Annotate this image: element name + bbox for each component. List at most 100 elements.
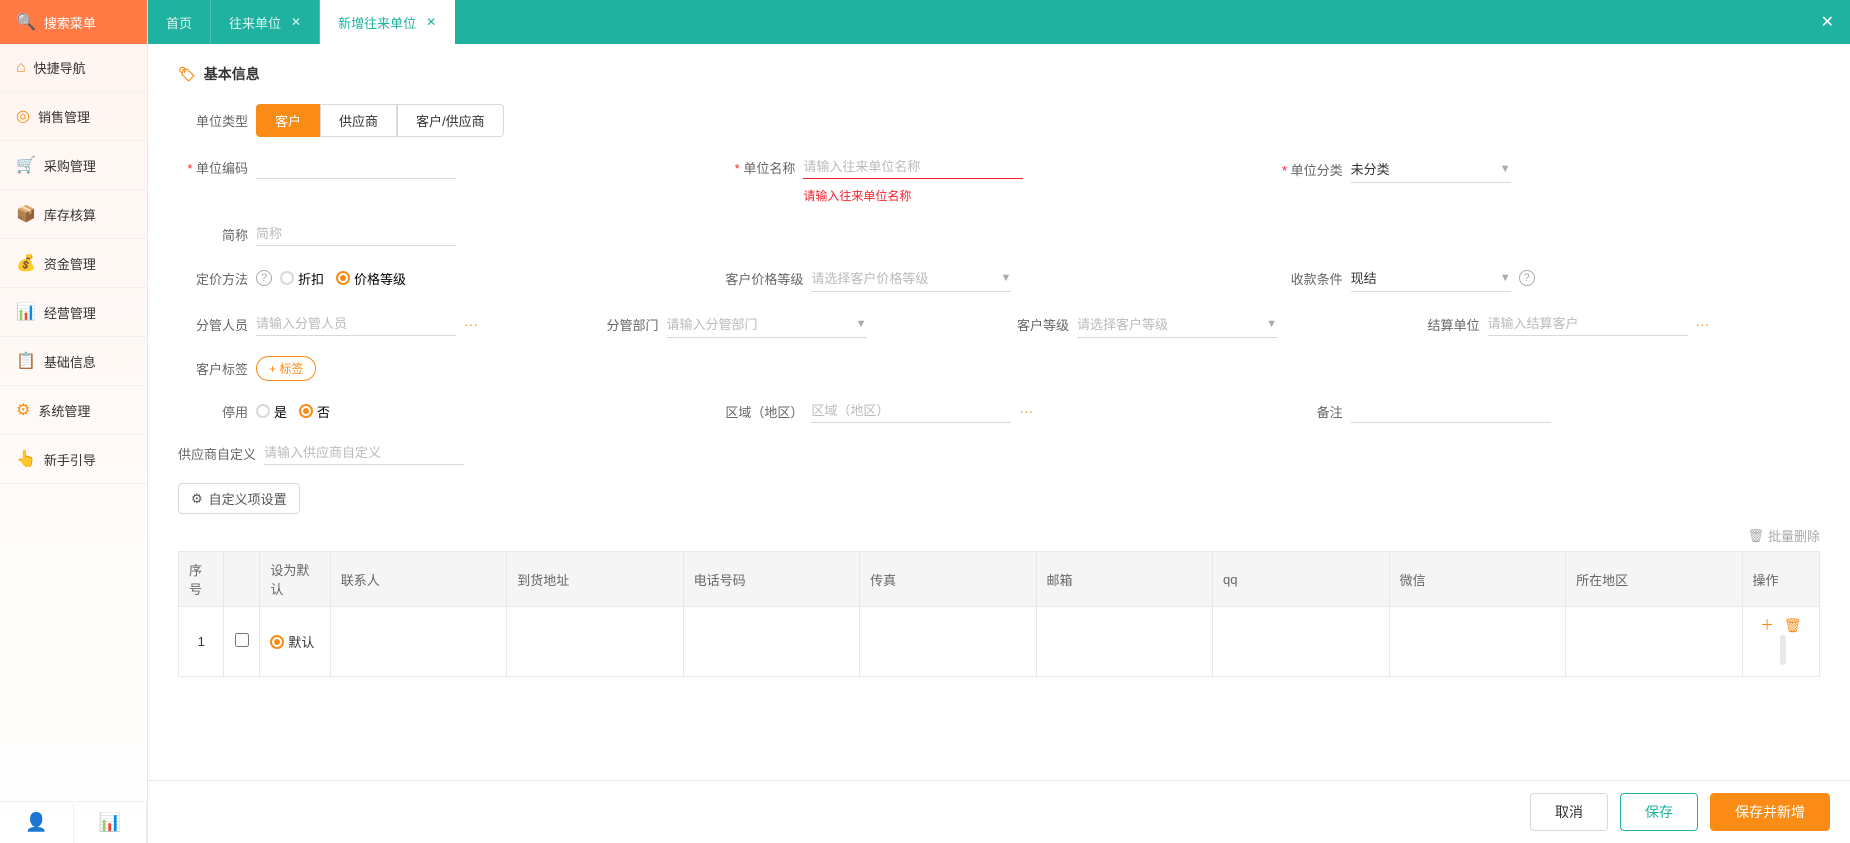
sidebar-item-guide[interactable]: 👆 新手引导: [0, 435, 147, 484]
row-address-input[interactable]: [517, 634, 672, 649]
customer-tag-field: 客户标签 + 标签: [178, 356, 1820, 381]
manager-input[interactable]: [256, 312, 456, 336]
pricing-help-icon[interactable]: ?: [256, 270, 272, 286]
pricing-price-level-radio[interactable]: [336, 271, 350, 285]
row-checkbox[interactable]: [235, 633, 249, 647]
row-email-input[interactable]: [1047, 634, 1202, 649]
row-area: [1566, 607, 1742, 677]
sales-icon: ◎: [16, 106, 30, 126]
tab-counterparties-close[interactable]: ✕: [291, 15, 301, 29]
unit-category-value: 未分类: [1351, 159, 1390, 178]
row-contact-input[interactable]: [341, 634, 496, 649]
sidebar-item-label: 采购管理: [44, 156, 96, 175]
main-area: 首页 往来单位 ✕ 新增往来单位 ✕ ✕ 🏷 基本信息 单位类型 客户 供应商: [148, 0, 1850, 843]
col-address: 到货地址: [507, 552, 683, 607]
unit-type-group: 客户 供应商 客户/供应商: [256, 104, 504, 137]
form-content: 🏷 基本信息 单位类型 客户 供应商 客户/供应商 单位编码 000009: [148, 44, 1850, 780]
sidebar-item-finance[interactable]: 💰 资金管理: [0, 239, 147, 288]
batch-delete-label[interactable]: 批量删除: [1768, 526, 1820, 545]
row-fax-input[interactable]: [870, 634, 1025, 649]
basic-icon: 📋: [16, 351, 36, 371]
disabled-radio-group: 是 否: [256, 402, 330, 421]
pricing-discount-radio[interactable]: [280, 271, 294, 285]
region-input[interactable]: [811, 399, 1011, 423]
customer-price-level-select[interactable]: 请选择客户价格等级 ▼: [811, 264, 1011, 292]
tab-new-counterparty[interactable]: 新增往来单位 ✕: [320, 0, 455, 44]
payment-condition-value: 现结: [1351, 268, 1377, 287]
sidebar-item-inventory[interactable]: 📦 库存核算: [0, 190, 147, 239]
row-default-radio-item[interactable]: 默认: [270, 632, 319, 651]
row-contact: [330, 607, 506, 677]
manager-more-btn[interactable]: ···: [464, 316, 478, 332]
unit-type-supplier-btn[interactable]: 供应商: [320, 104, 397, 137]
tab-new-counterparty-close[interactable]: ✕: [426, 15, 436, 29]
pricing-price-level[interactable]: 价格等级: [336, 269, 406, 288]
unit-type-customer-btn[interactable]: 客户: [256, 104, 320, 137]
sidebar: 🔍 搜索菜单 ⌂ 快捷导航 ◎ 销售管理 🛒 采购管理 📦 库存核算 💰 资金管…: [0, 0, 148, 843]
settlement-unit-input[interactable]: [1488, 312, 1688, 336]
save-button[interactable]: 保存: [1620, 793, 1698, 831]
customer-price-level-arrow: ▼: [1000, 272, 1011, 284]
col-checkbox: [224, 552, 260, 607]
window-close-button[interactable]: ✕: [1805, 12, 1850, 32]
unit-type-both-btn[interactable]: 客户/供应商: [397, 104, 504, 137]
row-wechat-input[interactable]: [1400, 634, 1555, 649]
custom-settings-btn[interactable]: ⚙ 自定义项设置: [178, 483, 300, 514]
save-new-button[interactable]: 保存并新增: [1710, 793, 1830, 831]
pricing-discount[interactable]: 折扣: [280, 269, 324, 288]
pricing-method-field: 定价方法 ? 折扣 价格等级: [178, 269, 725, 288]
row-action: ＋ 🗑: [1742, 607, 1819, 677]
payment-help-icon[interactable]: ?: [1519, 270, 1535, 286]
unit-category-arrow: ▼: [1500, 163, 1511, 175]
sidebar-item-operations[interactable]: 📊 经营管理: [0, 288, 147, 337]
tab-home[interactable]: 首页: [148, 0, 211, 44]
sidebar-item-label: 销售管理: [38, 107, 90, 126]
disabled-yes[interactable]: 是: [256, 402, 287, 421]
footer-bar: 取消 保存 保存并新增: [148, 780, 1850, 843]
region-label: 区域（地区）: [725, 402, 803, 421]
abbr-input[interactable]: [256, 222, 456, 246]
row-drag-handle[interactable]: [1780, 635, 1786, 665]
tab-counterparties[interactable]: 往来单位 ✕: [211, 0, 320, 44]
sidebar-item-purchase[interactable]: 🛒 采购管理: [0, 141, 147, 190]
settlement-more-btn[interactable]: ···: [1696, 316, 1710, 332]
cancel-button[interactable]: 取消: [1530, 793, 1608, 831]
sidebar-search[interactable]: 🔍 搜索菜单: [0, 0, 147, 44]
row-phone-input[interactable]: [694, 634, 849, 649]
sidebar-item-quick-nav[interactable]: ⌂ 快捷导航: [0, 44, 147, 92]
remark-input[interactable]: [1351, 399, 1551, 423]
unit-code-row: 单位编码 000009 单位名称 请输入往来单位名称 单位分类 未分类 ▼: [178, 155, 1820, 204]
operations-icon: 📊: [16, 302, 36, 322]
disabled-yes-radio[interactable]: [256, 404, 270, 418]
col-wechat: 微信: [1389, 552, 1565, 607]
disabled-no-radio[interactable]: [299, 404, 313, 418]
add-tag-button[interactable]: + 标签: [256, 356, 316, 381]
customer-level-select[interactable]: 请选择客户等级 ▼: [1077, 310, 1277, 338]
customer-tag-label: 客户标签: [178, 359, 248, 378]
section-basic-info: 🏷 基本信息: [178, 64, 1820, 84]
sidebar-item-system[interactable]: ⚙ 系统管理: [0, 386, 147, 435]
sidebar-footer-right[interactable]: 📊: [74, 802, 148, 843]
payment-condition-select[interactable]: 现结 ▼: [1351, 264, 1511, 292]
supplier-custom-input[interactable]: [264, 441, 464, 465]
disabled-no[interactable]: 否: [299, 402, 330, 421]
region-more-btn[interactable]: ···: [1019, 403, 1033, 419]
sidebar-item-label: 新手引导: [44, 450, 96, 469]
unit-category-select[interactable]: 未分类 ▼: [1351, 155, 1511, 183]
row-default-radio[interactable]: [270, 635, 284, 649]
sidebar-footer-left[interactable]: 👤: [0, 802, 74, 843]
department-placeholder: 请输入分管部门: [667, 314, 758, 333]
unit-name-input[interactable]: [803, 155, 1023, 179]
row-delete-btn[interactable]: 🗑: [1784, 617, 1802, 633]
sidebar-item-sales[interactable]: ◎ 销售管理: [0, 92, 147, 141]
row-area-input[interactable]: [1576, 634, 1731, 649]
sidebar-item-basic[interactable]: 📋 基础信息: [0, 337, 147, 386]
manager-field: 分管人员 ···: [178, 312, 589, 336]
add-tag-label: + 标签: [269, 360, 303, 377]
row-qq-input[interactable]: [1223, 634, 1379, 649]
customer-price-level-placeholder: 请选择客户价格等级: [811, 268, 928, 287]
row-add-btn[interactable]: ＋: [1760, 617, 1774, 633]
department-select[interactable]: 请输入分管部门 ▼: [667, 310, 867, 338]
unit-code-input[interactable]: 000009: [256, 155, 456, 179]
unit-category-label: 单位分类: [1273, 160, 1343, 179]
